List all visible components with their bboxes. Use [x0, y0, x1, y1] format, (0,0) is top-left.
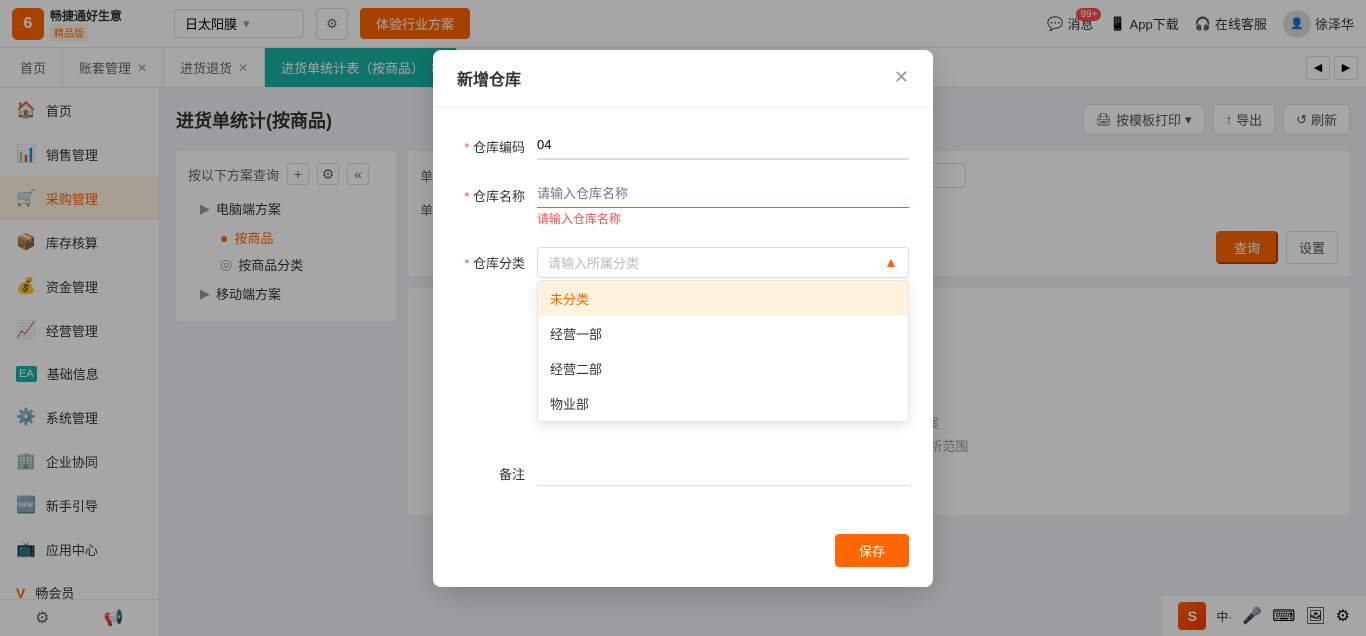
category-dropdown: 未分类 经营一部 经营二部 物业部 [537, 280, 909, 422]
form-row-code: 仓库编码 [457, 131, 909, 160]
dropdown-item-operations1[interactable]: 经营一部 [538, 316, 908, 351]
form-row-category: 仓库分类 请输入所属分类 ▲ 未分类 经营一部 [457, 247, 909, 278]
name-input[interactable] [537, 180, 909, 208]
category-select[interactable]: 请输入所属分类 ▲ [537, 247, 909, 278]
code-label: 仓库编码 [457, 131, 537, 156]
modal-close-button[interactable]: ✕ [894, 67, 909, 88]
name-label: 仓库名称 [457, 180, 537, 205]
modal-header: 新增仓库 ✕ [433, 50, 933, 107]
code-input[interactable] [537, 131, 909, 159]
note-control-wrap [537, 458, 909, 486]
dropdown-item-operations2[interactable]: 经营二部 [538, 351, 908, 386]
modal-title: 新增仓库 [457, 66, 521, 90]
name-error-message: 请输入仓库名称 [537, 210, 909, 227]
form-row-note: 备注 [457, 458, 909, 486]
category-control-wrap: 请输入所属分类 ▲ 未分类 经营一部 经营二部 [537, 247, 909, 278]
modal-body: 仓库编码 仓库名称 请输入仓库名称 仓库分类 请输入所属分 [433, 107, 933, 522]
modal-footer: 保存 [433, 522, 933, 587]
name-control-wrap: 请输入仓库名称 [537, 180, 909, 227]
category-placeholder: 请输入所属分类 [548, 253, 639, 272]
dropdown-item-uncategorized[interactable]: 未分类 [538, 281, 908, 316]
code-control-wrap [537, 131, 909, 160]
category-label: 仓库分类 [457, 247, 537, 272]
save-button[interactable]: 保存 [835, 534, 909, 567]
note-input[interactable] [537, 458, 909, 486]
modal-overlay[interactable]: 新增仓库 ✕ 仓库编码 仓库名称 请输入仓库名称 [0, 0, 1366, 636]
chevron-up-icon: ▲ [884, 254, 898, 270]
form-row-name: 仓库名称 请输入仓库名称 [457, 180, 909, 227]
dropdown-item-property[interactable]: 物业部 [538, 386, 908, 421]
modal-new-warehouse: 新增仓库 ✕ 仓库编码 仓库名称 请输入仓库名称 [433, 50, 933, 587]
note-label: 备注 [457, 458, 537, 483]
